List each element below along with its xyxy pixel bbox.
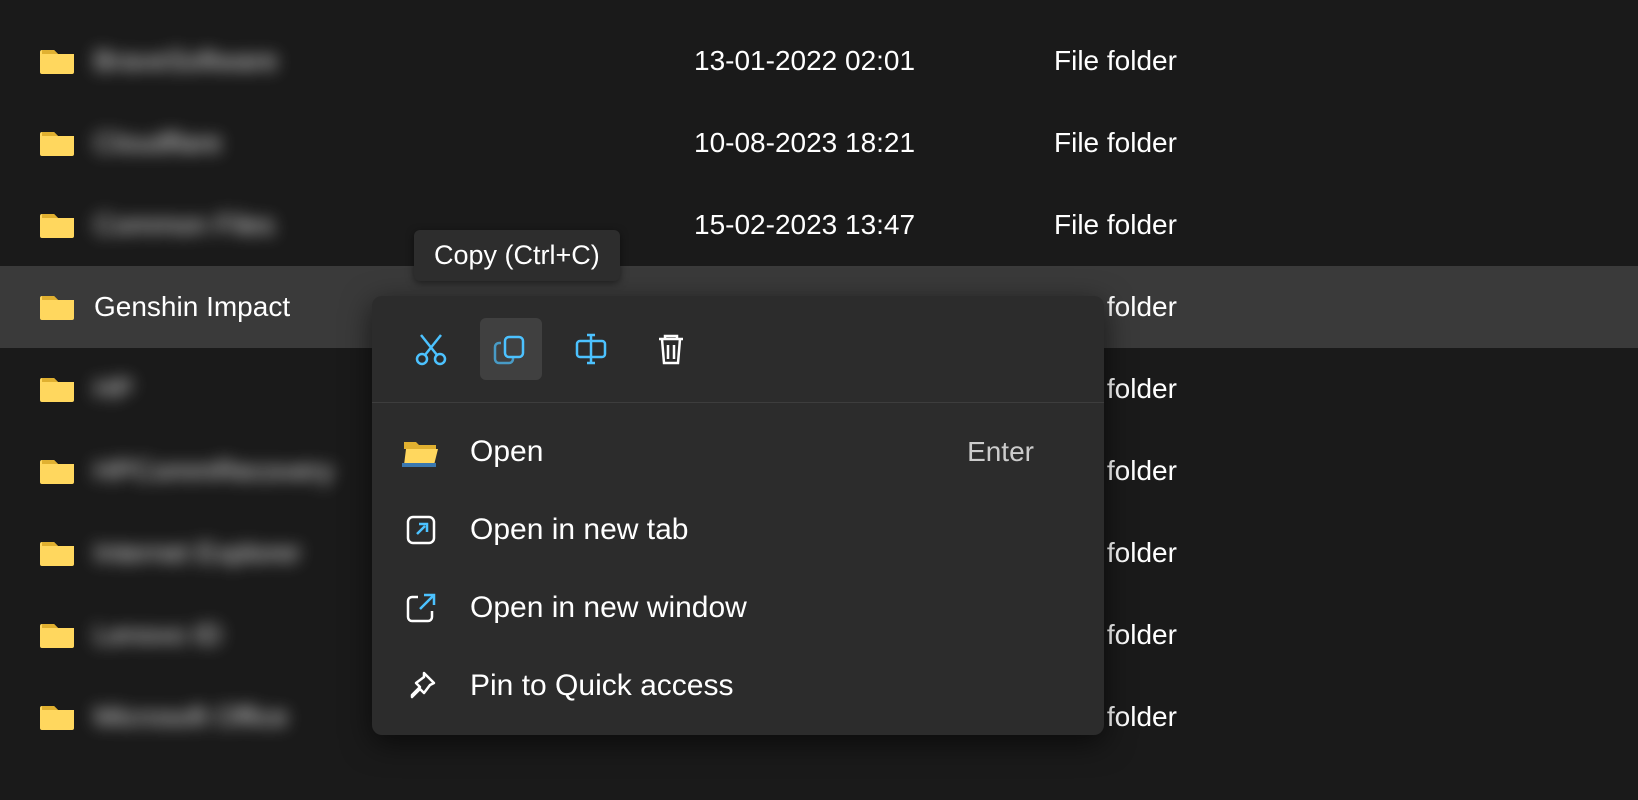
menu-item-label: Open in new window bbox=[470, 591, 1034, 625]
folder-icon bbox=[40, 128, 76, 158]
menu-item-label: Open in new tab bbox=[470, 513, 1034, 547]
file-type: File folder bbox=[1054, 127, 1638, 159]
context-menu-items: Open Enter Open in new tab Open in new w… bbox=[372, 403, 1104, 725]
file-date: 13-01-2022 02:01 bbox=[694, 45, 1054, 77]
file-type: File folder bbox=[1054, 45, 1638, 77]
folder-open-icon bbox=[402, 433, 440, 471]
copy-icon bbox=[491, 329, 531, 369]
folder-icon bbox=[40, 620, 76, 650]
cut-icon bbox=[411, 329, 451, 369]
menu-item-shortcut: Enter bbox=[967, 436, 1034, 468]
context-toolbar bbox=[372, 296, 1104, 403]
new-tab-icon bbox=[402, 511, 440, 549]
file-type: File folder bbox=[1054, 619, 1638, 651]
copy-tooltip: Copy (Ctrl+C) bbox=[414, 230, 620, 281]
file-row[interactable]: BraveSoftware 13-01-2022 02:01 File fold… bbox=[0, 20, 1638, 102]
folder-icon bbox=[40, 538, 76, 568]
file-name: BraveSoftware bbox=[94, 45, 694, 77]
menu-item-open-in-new-tab[interactable]: Open in new tab bbox=[372, 491, 1104, 569]
folder-icon bbox=[40, 702, 76, 732]
file-name: Cloudflare bbox=[94, 127, 694, 159]
cut-button[interactable] bbox=[400, 318, 462, 380]
file-date: 15-02-2023 13:47 bbox=[694, 209, 1054, 241]
file-row[interactable]: Common Files 15-02-2023 13:47 File folde… bbox=[0, 184, 1638, 266]
rename-icon bbox=[571, 329, 611, 369]
delete-icon bbox=[651, 329, 691, 369]
file-type: File folder bbox=[1054, 291, 1638, 323]
menu-item-label: Open bbox=[470, 435, 967, 469]
menu-item-open[interactable]: Open Enter bbox=[372, 413, 1104, 491]
file-date: 10-08-2023 18:21 bbox=[694, 127, 1054, 159]
file-type: File folder bbox=[1054, 209, 1638, 241]
copy-button[interactable] bbox=[480, 318, 542, 380]
folder-icon bbox=[40, 46, 76, 76]
file-type: File folder bbox=[1054, 373, 1638, 405]
folder-icon bbox=[40, 210, 76, 240]
file-row[interactable]: Cloudflare 10-08-2023 18:21 File folder bbox=[0, 102, 1638, 184]
context-menu: Open Enter Open in new tab Open in new w… bbox=[372, 296, 1104, 735]
menu-item-pin-to-quick-access[interactable]: Pin to Quick access bbox=[372, 647, 1104, 725]
new-window-icon bbox=[402, 589, 440, 627]
folder-icon bbox=[40, 456, 76, 486]
folder-icon bbox=[40, 374, 76, 404]
delete-button[interactable] bbox=[640, 318, 702, 380]
file-type: File folder bbox=[1054, 455, 1638, 487]
file-type: File folder bbox=[1054, 537, 1638, 569]
pin-icon bbox=[402, 667, 440, 705]
folder-icon bbox=[40, 292, 76, 322]
rename-button[interactable] bbox=[560, 318, 622, 380]
menu-item-label: Pin to Quick access bbox=[470, 669, 1034, 703]
menu-item-open-in-new-window[interactable]: Open in new window bbox=[372, 569, 1104, 647]
file-type: File folder bbox=[1054, 701, 1638, 733]
